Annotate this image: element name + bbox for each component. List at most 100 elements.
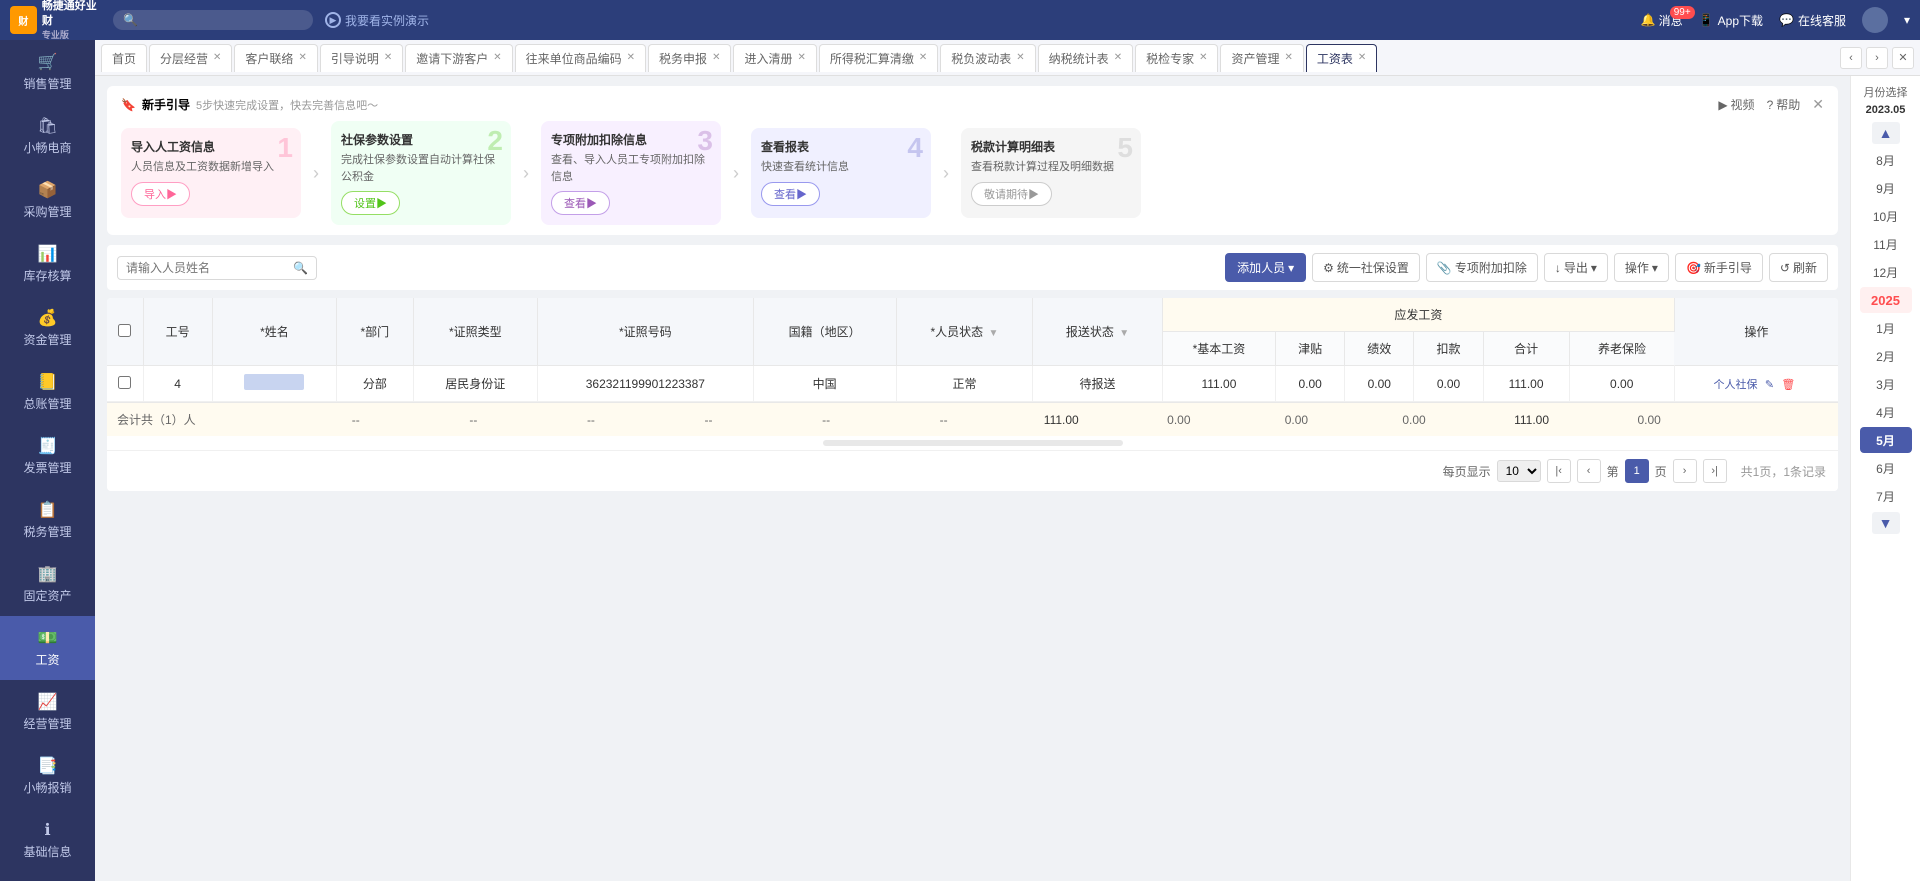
month-item-5-active[interactable]: 5月 xyxy=(1860,427,1912,453)
tab-tax-exempt[interactable]: 税负波动表 ✕ xyxy=(940,44,1035,72)
month-item-3[interactable]: 3月 xyxy=(1860,371,1912,397)
tab-close-contacts[interactable]: ✕ xyxy=(298,53,306,63)
sidebar-item-reports[interactable]: 📑 小畅报销 xyxy=(0,744,95,808)
sidebar-item-payroll[interactable]: 💵 工资 xyxy=(0,616,95,680)
tab-invite[interactable]: 邀请下游客户 ✕ xyxy=(405,44,512,72)
month-item-10[interactable]: 10月 xyxy=(1860,203,1912,229)
report-status-filter-icon[interactable]: ▼ xyxy=(1119,328,1129,339)
tab-close-tiered[interactable]: ✕ xyxy=(213,53,221,63)
action-delete-link[interactable]: 🗑 xyxy=(1781,379,1795,391)
step-btn-2[interactable]: 设置▶ xyxy=(341,191,400,215)
tab-tax-stat[interactable]: 纳税统计表 ✕ xyxy=(1038,44,1133,72)
tab-close-product-code[interactable]: ✕ xyxy=(627,53,635,63)
guide-help-link[interactable]: ? 帮助 xyxy=(1767,96,1801,113)
tab-enter-book[interactable]: 进入清册 ✕ xyxy=(733,44,816,72)
guide-btn-icon: 🎯 xyxy=(1686,261,1701,275)
sidebar-item-purchase[interactable]: 📦 采购管理 xyxy=(0,168,95,232)
tab-close-payroll[interactable]: ✕ xyxy=(1358,53,1366,63)
search-input[interactable] xyxy=(126,261,293,275)
add-person-btn[interactable]: 添加人员 ▾ xyxy=(1225,253,1306,282)
tab-close-tax-exempt[interactable]: ✕ xyxy=(1016,53,1024,63)
tab-guide[interactable]: 引导说明 ✕ xyxy=(320,44,403,72)
sidebar-item-sales[interactable]: 🛒 销售管理 xyxy=(0,40,95,104)
user-menu-btn[interactable]: ▾ xyxy=(1904,13,1910,27)
top-search-bar[interactable]: 🔍 xyxy=(113,10,313,30)
current-page[interactable]: 1 xyxy=(1625,459,1649,483)
sidebar-item-tax[interactable]: 📋 税务管理 xyxy=(0,488,95,552)
tab-tax-report[interactable]: 税务申报 ✕ xyxy=(648,44,731,72)
month-item-11[interactable]: 11月 xyxy=(1860,231,1912,257)
new-guide-btn[interactable]: 🎯 新手引导 xyxy=(1675,253,1763,282)
page-first-btn[interactable]: |‹ xyxy=(1547,459,1571,483)
tab-payroll[interactable]: 工资表 ✕ xyxy=(1306,44,1377,72)
refresh-btn[interactable]: ↺ 刷新 xyxy=(1769,253,1828,282)
month-item-4[interactable]: 4月 xyxy=(1860,399,1912,425)
guide-video-link[interactable]: ▶ 视频 xyxy=(1718,96,1754,113)
tab-prev-btn[interactable]: ‹ xyxy=(1840,47,1862,69)
sidebar-item-fixed-assets[interactable]: 🏢 固定资产 xyxy=(0,552,95,616)
sidebar-item-system[interactable]: ⚙ 系统管理 xyxy=(0,872,95,881)
tab-close-assets[interactable]: ✕ xyxy=(1285,53,1293,63)
tab-close-tax-expert[interactable]: ✕ xyxy=(1199,53,1207,63)
month-item-1[interactable]: 1月 xyxy=(1860,315,1912,341)
tab-close-guide[interactable]: ✕ xyxy=(384,53,392,63)
page-last-btn[interactable]: ›| xyxy=(1703,459,1727,483)
tab-close-all-btn[interactable]: ✕ xyxy=(1892,47,1914,69)
tab-close-enter-book[interactable]: ✕ xyxy=(797,53,805,63)
sidebar-item-basic[interactable]: ℹ 基础信息 xyxy=(0,808,95,872)
month-item-7[interactable]: 7月 xyxy=(1860,483,1912,509)
tab-close-tax-stat[interactable]: ✕ xyxy=(1114,53,1122,63)
month-item-8[interactable]: 8月 xyxy=(1860,147,1912,173)
sidebar-item-invoice[interactable]: 🧾 发票管理 xyxy=(0,424,95,488)
step-btn-3[interactable]: 查看▶ xyxy=(551,191,610,215)
search-box[interactable]: 🔍 xyxy=(117,256,317,280)
sidebar-item-finance[interactable]: 💰 资金管理 xyxy=(0,296,95,360)
tab-tax-expert[interactable]: 税检专家 ✕ xyxy=(1135,44,1218,72)
sidebar-item-inventory[interactable]: 📊 库存核算 xyxy=(0,232,95,296)
sidebar-item-general[interactable]: 📒 总账管理 xyxy=(0,360,95,424)
tab-next-btn[interactable]: › xyxy=(1866,47,1888,69)
tab-tiered[interactable]: 分层经营 ✕ xyxy=(149,44,232,72)
tab-close-tax-calc[interactable]: ✕ xyxy=(919,53,927,63)
action-social-link[interactable]: 个人社保 xyxy=(1713,379,1757,391)
step-arrow-2: › xyxy=(511,163,541,184)
tab-assets[interactable]: 资产管理 ✕ xyxy=(1220,44,1303,72)
sidebar-item-ecommerce[interactable]: 🛍 小畅电商 xyxy=(0,104,95,168)
table-scroll-bar[interactable] xyxy=(107,436,1838,450)
row-checkbox[interactable] xyxy=(118,376,131,389)
general-icon: 📒 xyxy=(6,372,89,392)
month-nav-down[interactable]: ▼ xyxy=(1872,512,1900,534)
step-btn-4[interactable]: 查看▶ xyxy=(761,182,820,206)
tab-product-code[interactable]: 往来单位商品编码 ✕ xyxy=(515,44,646,72)
step-btn-5[interactable]: 敬请期待▶ xyxy=(971,182,1052,206)
unify-social-btn[interactable]: ⚙ 统一社保设置 xyxy=(1312,253,1420,282)
page-size-select[interactable]: 10 20 50 xyxy=(1497,460,1541,482)
month-item-12[interactable]: 12月 xyxy=(1860,259,1912,285)
select-all-checkbox[interactable] xyxy=(118,324,131,337)
avatar[interactable] xyxy=(1862,7,1888,33)
month-item-2[interactable]: 2月 xyxy=(1860,343,1912,369)
tab-close-tax-report[interactable]: ✕ xyxy=(712,53,720,63)
guide-close-btn[interactable]: ✕ xyxy=(1812,96,1824,113)
action-edit-link[interactable]: ✎ xyxy=(1765,379,1774,391)
app-download-btn[interactable]: 📱 App下载 xyxy=(1699,12,1763,29)
step-btn-1[interactable]: 导入▶ xyxy=(131,182,190,206)
status-filter-icon[interactable]: ▼ xyxy=(989,328,999,339)
month-nav-up[interactable]: ▲ xyxy=(1872,122,1900,144)
export-btn[interactable]: ↓ 导出 ▾ xyxy=(1544,253,1608,282)
fixed-assets-icon: 🏢 xyxy=(6,564,89,584)
demo-btn[interactable]: ▶ 我要看实例演示 xyxy=(325,12,429,29)
sidebar-item-ops[interactable]: 📈 经营管理 xyxy=(0,680,95,744)
notification-btn[interactable]: 🔔 消息 99+ xyxy=(1641,12,1683,29)
tab-contacts[interactable]: 客户联络 ✕ xyxy=(234,44,317,72)
tab-home[interactable]: 首页 xyxy=(101,44,147,72)
month-item-9[interactable]: 9月 xyxy=(1860,175,1912,201)
online-service-btn[interactable]: 💬 在线客服 xyxy=(1779,12,1846,29)
page-next-btn[interactable]: › xyxy=(1673,459,1697,483)
tab-tax-calc[interactable]: 所得税汇算清缴 ✕ xyxy=(819,44,938,72)
tab-close-invite[interactable]: ✕ xyxy=(493,53,501,63)
page-prev-btn[interactable]: ‹ xyxy=(1577,459,1601,483)
operate-btn[interactable]: 操作 ▾ xyxy=(1614,253,1669,282)
month-item-6[interactable]: 6月 xyxy=(1860,455,1912,481)
special-deduct-btn[interactable]: 📎 专项附加扣除 xyxy=(1426,253,1538,282)
